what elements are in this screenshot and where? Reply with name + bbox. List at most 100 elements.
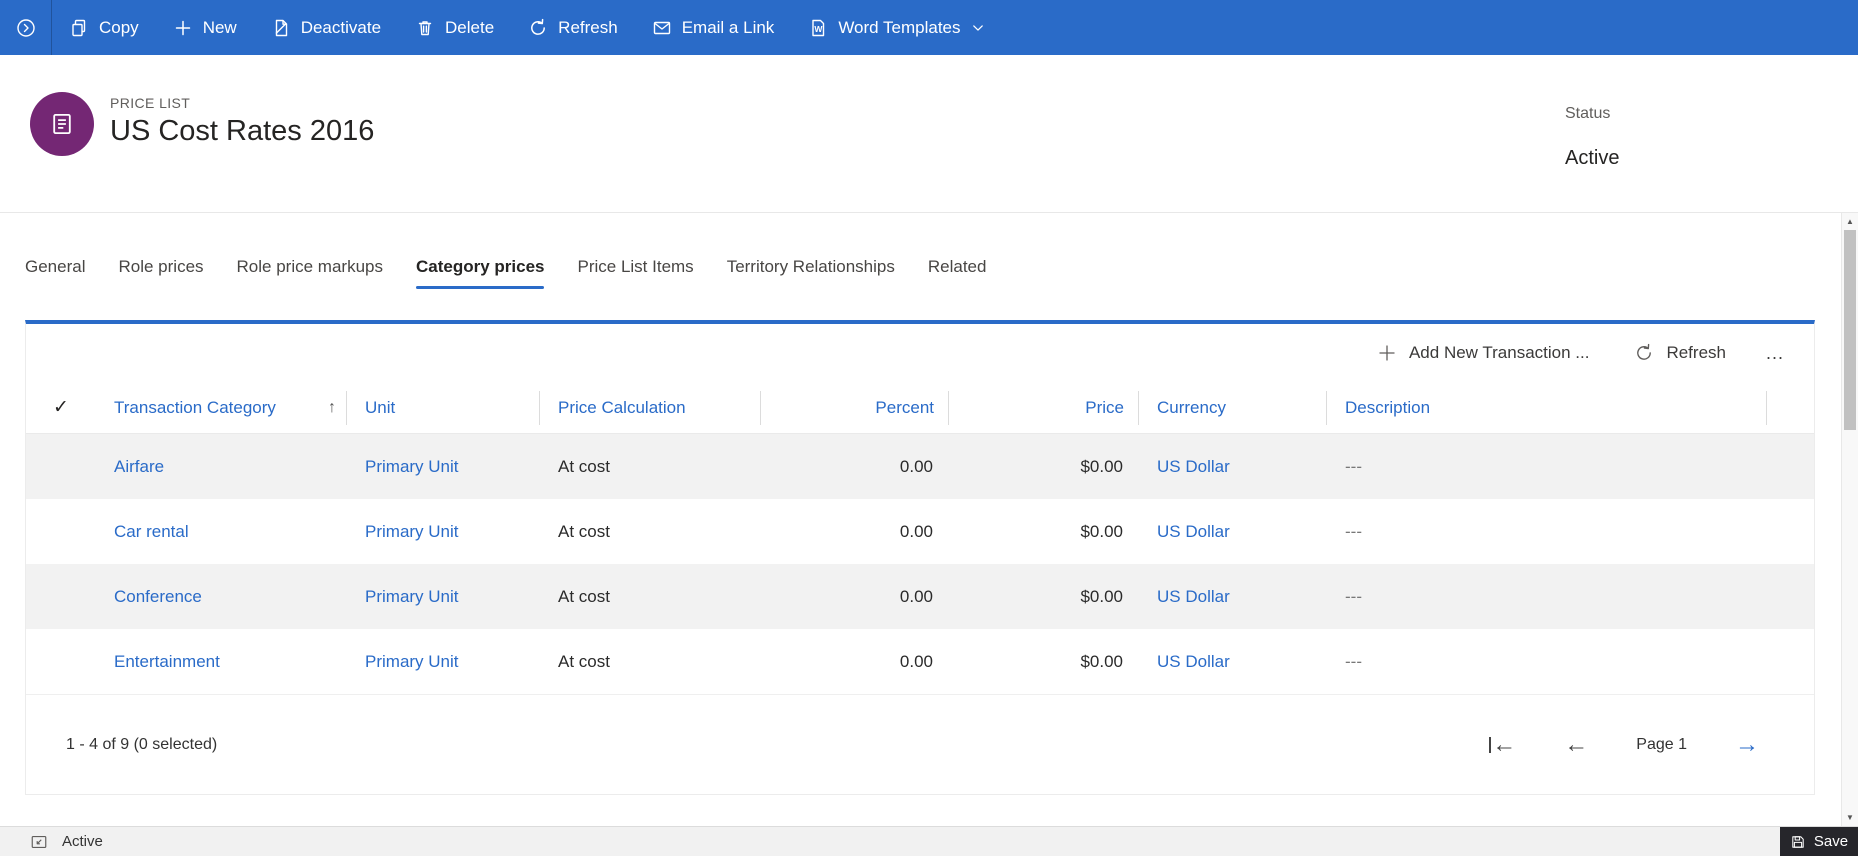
description-value: --- (1345, 651, 1362, 671)
status-label: Status (1565, 105, 1611, 122)
currency-link[interactable]: US Dollar (1157, 652, 1230, 671)
record-count-summary: 1 - 4 of 9 (0 selected) (66, 735, 218, 753)
next-page-button[interactable]: → (1735, 730, 1759, 758)
delete-icon (418, 20, 432, 35)
word-templates-button[interactable]: W Word Templates (791, 0, 1001, 55)
unit-link[interactable]: Primary Unit (365, 587, 459, 606)
price-calculation-value: At cost (558, 586, 610, 606)
more-commands-button[interactable]: ... (1766, 343, 1784, 364)
tab-category-prices[interactable]: Category prices (415, 257, 544, 289)
status-bar-left: Active (30, 833, 103, 851)
next-page-arrow-icon: → (1735, 730, 1759, 758)
currency-link[interactable]: US Dollar (1157, 587, 1230, 606)
status-bar-state: Active (62, 833, 103, 850)
word-document-icon: W (812, 19, 825, 36)
grid-refresh-button[interactable]: Refresh (1634, 343, 1726, 363)
column-header-price[interactable]: Price (949, 390, 1139, 425)
transaction-category-link[interactable]: Airfare (114, 457, 164, 476)
previous-page-arrow-icon: ← (1564, 730, 1589, 758)
column-header-percent[interactable]: Percent (761, 390, 949, 425)
copy-label: Copy (99, 17, 139, 37)
status-value: Active (1565, 147, 1620, 169)
column-header-currency[interactable]: Currency (1139, 390, 1327, 425)
description-value: --- (1345, 586, 1362, 606)
form-window-icon (31, 835, 47, 848)
refresh-icon (1637, 343, 1652, 360)
new-label: New (202, 17, 237, 37)
table-row[interactable]: Airfare Primary Unit At cost 0.00 $0.00 … (26, 434, 1814, 499)
column-header-description[interactable]: Description (1327, 390, 1767, 425)
transaction-category-link[interactable]: Car rental (114, 522, 189, 541)
table-row[interactable]: Conference Primary Unit At cost 0.00 $0.… (26, 564, 1814, 629)
unit-link[interactable]: Primary Unit (365, 652, 459, 671)
scroll-down-arrow[interactable]: ▼ (1842, 809, 1858, 826)
tab-strip: General Role prices Role price markups C… (0, 213, 1858, 320)
tab-price-list-items[interactable]: Price List Items (577, 257, 693, 277)
status-bar: Active Save (0, 826, 1858, 856)
email-a-link-label: Email a Link (681, 17, 775, 37)
checkmark-icon: ✓ (53, 397, 69, 418)
table-row[interactable]: Entertainment Primary Unit At cost 0.00 … (26, 629, 1814, 694)
sort-ascending-icon: ↑ (328, 398, 336, 416)
save-label: Save (1813, 833, 1849, 850)
grid-header-row: ✓ Transaction Category ↑ Unit Price Calc… (26, 382, 1814, 434)
tab-general[interactable]: General (25, 257, 85, 277)
column-header-unit[interactable]: Unit (347, 390, 540, 425)
first-page-bar-icon (1489, 736, 1492, 753)
refresh-icon (531, 18, 546, 35)
unit-link[interactable]: Primary Unit (365, 522, 459, 541)
new-button[interactable]: New (156, 0, 254, 55)
grid-refresh-label: Refresh (1666, 343, 1726, 362)
description-value: --- (1345, 521, 1362, 541)
grid-toolbar: Add New Transaction ... Refresh ... (26, 324, 1814, 382)
currency-link[interactable]: US Dollar (1157, 457, 1230, 476)
price-calculation-value: At cost (558, 521, 610, 541)
price-list-icon (53, 113, 71, 135)
price-value: $0.00 (1080, 586, 1123, 606)
unit-link[interactable]: Primary Unit (365, 457, 459, 476)
save-icon (1792, 835, 1804, 848)
price-calculation-value: At cost (558, 651, 610, 671)
deactivate-label: Deactivate (300, 17, 382, 37)
tab-role-price-markups[interactable]: Role price markups (237, 257, 383, 277)
record-header: PRICE LIST US Cost Rates 2016 Status Act… (0, 55, 1858, 213)
tab-related[interactable]: Related (928, 257, 987, 277)
column-header-price-calculation[interactable]: Price Calculation (540, 390, 761, 425)
email-icon (653, 21, 670, 34)
percent-value: 0.00 (899, 521, 933, 541)
tab-role-prices[interactable]: Role prices (118, 257, 203, 277)
select-all-checkbox[interactable]: ✓ (26, 391, 96, 425)
transaction-category-link[interactable]: Entertainment (114, 652, 220, 671)
refresh-button[interactable]: Refresh (511, 0, 635, 55)
page-number-label: Page 1 (1636, 735, 1687, 753)
first-page-button[interactable]: ← (1489, 732, 1516, 757)
percent-value: 0.00 (899, 586, 933, 606)
expand-command-bar-button[interactable] (0, 0, 52, 55)
email-a-link-button[interactable]: Email a Link (635, 0, 792, 55)
vertical-scrollbar[interactable]: ▲ ▼ (1841, 213, 1858, 826)
previous-page-button[interactable]: ← (1564, 730, 1589, 758)
currency-link[interactable]: US Dollar (1157, 522, 1230, 541)
refresh-label: Refresh (558, 17, 618, 37)
percent-value: 0.00 (899, 651, 933, 671)
chevron-circle-icon (16, 18, 35, 37)
copy-icon (72, 19, 86, 36)
delete-button[interactable]: Delete (398, 0, 511, 55)
tab-territory-relationships[interactable]: Territory Relationships (727, 257, 895, 277)
deactivate-icon (275, 19, 287, 36)
column-header-transaction-category[interactable]: Transaction Category ↑ (96, 390, 347, 425)
table-row[interactable]: Car rental Primary Unit At cost 0.00 $0.… (26, 499, 1814, 564)
copy-button[interactable]: Copy (52, 0, 156, 55)
plus-icon (1379, 345, 1395, 361)
add-new-transaction-button[interactable]: Add New Transaction ... (1377, 343, 1589, 363)
deactivate-button[interactable]: Deactivate (254, 0, 398, 55)
save-button[interactable]: Save (1780, 827, 1858, 856)
scroll-up-arrow[interactable]: ▲ (1842, 213, 1858, 230)
word-templates-label: Word Templates (838, 17, 961, 37)
column-header-filler (1767, 391, 1814, 425)
price-list-page: Copy New Deactivate Delete Refresh Email… (0, 0, 1858, 856)
add-new-transaction-label: Add New Transaction ... (1408, 343, 1590, 362)
transaction-category-link[interactable]: Conference (114, 587, 202, 606)
scrollbar-thumb[interactable] (1844, 230, 1856, 430)
delete-label: Delete (445, 17, 495, 37)
